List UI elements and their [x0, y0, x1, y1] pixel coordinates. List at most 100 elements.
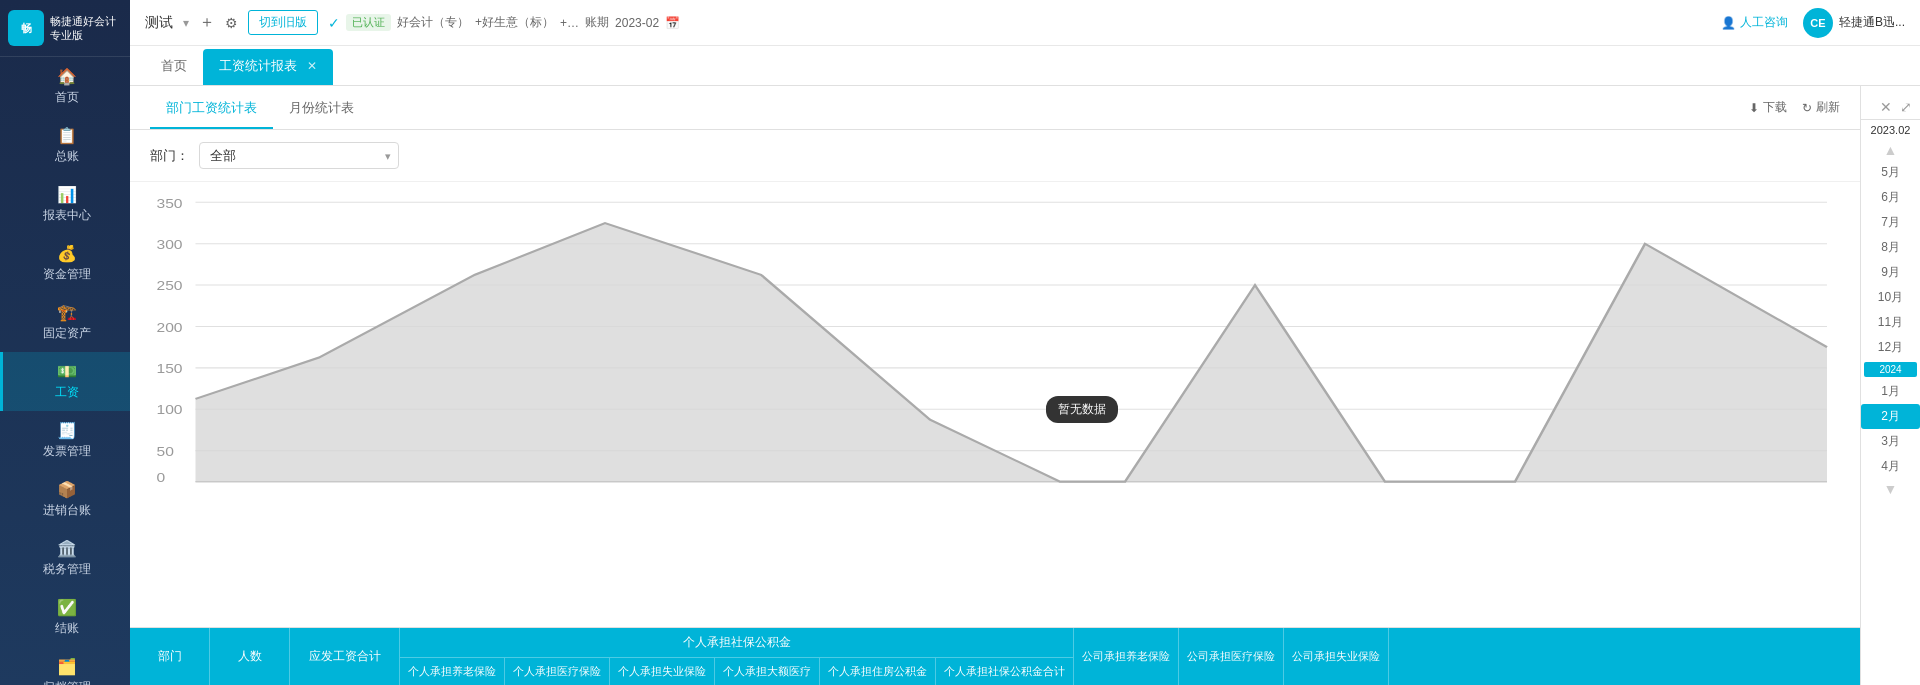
date-month-9[interactable]: 9月	[1861, 260, 1920, 285]
funds-icon: 💰	[57, 244, 77, 263]
content-area: 部门工资统计表 月份统计表 ⬇ 下载 ↻ 刷新	[130, 86, 1920, 685]
th-group-personal-insurance: 个人承担社保公积金 个人承担养老保险 个人承担医疗保险 个人承担失业保险 个人承…	[400, 628, 1074, 685]
date-current: 2023.02	[1866, 120, 1916, 140]
sidebar-label-salary: 工资	[55, 384, 79, 401]
logo-sub-text: 专业版	[50, 28, 116, 42]
help-icon: 👤	[1721, 16, 1736, 30]
download-label: 下载	[1763, 99, 1787, 116]
add-button[interactable]: ＋	[199, 12, 215, 33]
sidebar-label-invoice: 发票管理	[43, 443, 91, 460]
year-badge-2024: 2024	[1864, 362, 1917, 377]
sidebar-nav: 🏠 首页 📋 总账 📊 报表中心 💰 资金管理 🏗️ 固定资产 💵 工资 🧾 发…	[0, 57, 130, 685]
main-area: 测试 ▾ ＋ ⚙ 切到旧版 ✓ 已认证 好会计（专） +好生意（标） +… 账期…	[130, 0, 1920, 685]
sub-tabs-right: ⬇ 下载 ↻ 刷新	[1749, 99, 1840, 116]
logo-main-text: 畅捷通好会计	[50, 14, 116, 28]
topbar-title: 测试	[145, 14, 173, 32]
sub-tab-dept[interactable]: 部门工资统计表	[150, 89, 273, 129]
date-nav-up-icon[interactable]: ▲	[1882, 140, 1900, 160]
user-name[interactable]: 轻捷通B迅...	[1839, 14, 1905, 31]
sub-tab-month[interactable]: 月份统计表	[273, 89, 370, 129]
tab-close-icon[interactable]: ✕	[307, 59, 317, 73]
period-value: 2023-02	[615, 16, 659, 30]
sidebar-item-reports[interactable]: 📊 报表中心	[0, 175, 130, 234]
date-month-7[interactable]: 7月	[1861, 210, 1920, 235]
salary-icon: 💵	[57, 362, 77, 381]
sidebar-label-inventory: 进销台账	[43, 502, 91, 519]
sidebar-item-assets[interactable]: 🏗️ 固定资产	[0, 293, 130, 352]
date-month-8[interactable]: 8月	[1861, 235, 1920, 260]
right-date-panel: ✕ ⤢ 2023.02 ▲ 5月 6月 7月 8月 9月 10月 11月 12月…	[1860, 86, 1920, 685]
sidebar-item-invoice[interactable]: 🧾 发票管理	[0, 411, 130, 470]
th-dept-label: 部门	[158, 648, 182, 665]
tab-salary-report-label: 工资统计报表	[219, 58, 297, 73]
panel-close-icon[interactable]: ✕	[1880, 99, 1892, 115]
dropdown-arrow-icon[interactable]: ▾	[183, 16, 189, 30]
panel-top-btns: ✕ ⤢	[1861, 91, 1920, 120]
refresh-button[interactable]: ↻ 刷新	[1802, 99, 1840, 116]
svg-text:300: 300	[157, 237, 183, 251]
sidebar-item-tax[interactable]: 🏛️ 税务管理	[0, 529, 130, 588]
calendar-icon[interactable]: 📅	[665, 16, 680, 30]
refresh-label: 刷新	[1816, 99, 1840, 116]
user-section: CE 轻捷通B迅...	[1803, 8, 1905, 38]
svg-text:150: 150	[157, 362, 183, 376]
download-button[interactable]: ⬇ 下载	[1749, 99, 1787, 116]
gear-icon[interactable]: ⚙	[225, 15, 238, 31]
tab-salary-report[interactable]: 工资统计报表 ✕	[203, 49, 333, 85]
th-count-label: 人数	[238, 648, 262, 665]
sub-tabs-bar: 部门工资统计表 月份统计表 ⬇ 下载 ↻ 刷新	[130, 86, 1860, 130]
sidebar-label-close: 结账	[55, 620, 79, 637]
filter-bar: 部门： 全部 ▾	[130, 130, 1860, 182]
date-month-4[interactable]: 4月	[1861, 454, 1920, 479]
sidebar-label-ledger: 总账	[55, 148, 79, 165]
topbar: 测试 ▾ ＋ ⚙ 切到旧版 ✓ 已认证 好会计（专） +好生意（标） +… 账期…	[130, 0, 1920, 46]
tag-more: +…	[560, 16, 579, 30]
date-month-5[interactable]: 5月	[1861, 160, 1920, 185]
switch-version-button[interactable]: 切到旧版	[248, 10, 318, 35]
dept-select[interactable]: 全部	[199, 142, 399, 169]
sidebar-item-home[interactable]: 🏠 首页	[0, 57, 130, 116]
sidebar: 畅 畅捷通好会计 专业版 🏠 首页 📋 总账 📊 报表中心 💰 资金管理 🏗️ …	[0, 0, 130, 685]
date-month-1[interactable]: 1月	[1861, 379, 1920, 404]
help-button[interactable]: 👤 人工咨询	[1721, 14, 1788, 31]
tabbar: 首页 工资统计报表 ✕	[130, 46, 1920, 86]
th-group-cols-personal: 个人承担养老保险 个人承担医疗保险 个人承担失业保险 个人承担大额医疗 个人承担…	[400, 658, 1074, 685]
th-personal-unemployment: 个人承担失业保险	[610, 658, 715, 685]
date-month-6[interactable]: 6月	[1861, 185, 1920, 210]
tag-haokuai: 好会计（专）	[397, 14, 469, 31]
ledger-icon: 📋	[57, 126, 77, 145]
date-month-3[interactable]: 3月	[1861, 429, 1920, 454]
date-month-10[interactable]: 10月	[1861, 285, 1920, 310]
archive-icon: 🗂️	[57, 657, 77, 676]
date-month-2-active[interactable]: 2月	[1861, 404, 1920, 429]
sidebar-item-salary[interactable]: 💵 工资	[0, 352, 130, 411]
chart-area: 350 300 250 200 150 100 50 0	[130, 182, 1860, 627]
svg-text:50: 50	[157, 444, 175, 458]
tax-icon: 🏛️	[57, 539, 77, 558]
sidebar-item-ledger[interactable]: 📋 总账	[0, 116, 130, 175]
main-content: 部门工资统计表 月份统计表 ⬇ 下载 ↻ 刷新	[130, 86, 1860, 685]
tooltip-text: 暂无数据	[1058, 402, 1106, 416]
sidebar-item-close[interactable]: ✅ 结账	[0, 588, 130, 647]
panel-expand-icon[interactable]: ⤢	[1900, 99, 1912, 115]
refresh-icon: ↻	[1802, 101, 1812, 115]
date-month-12[interactable]: 12月	[1861, 335, 1920, 360]
sidebar-label-reports: 报表中心	[43, 207, 91, 224]
sidebar-label-funds: 资金管理	[43, 266, 91, 283]
sidebar-item-inventory[interactable]: 📦 进销台账	[0, 470, 130, 529]
tag-haoshengyi: +好生意（标）	[475, 14, 554, 31]
sidebar-item-archive[interactable]: 🗂️ 归档管理	[0, 647, 130, 685]
sidebar-item-funds[interactable]: 💰 资金管理	[0, 234, 130, 293]
table-area: 部门 人数 应发工资合计 个人承担社保公积金 个人承担养老保险 个人承担医疗保险	[130, 627, 1860, 685]
th-personal-medical: 个人承担医疗保险	[505, 658, 610, 685]
help-label: 人工咨询	[1740, 14, 1788, 31]
status-section: ✓ 已认证 好会计（专） +好生意（标） +… 账期 2023-02 📅	[328, 14, 680, 31]
table-header: 部门 人数 应发工资合计 个人承担社保公积金 个人承担养老保险 个人承担医疗保险	[130, 628, 1860, 685]
sidebar-logo: 畅 畅捷通好会计 专业版	[0, 0, 130, 57]
download-icon: ⬇	[1749, 101, 1759, 115]
date-month-11[interactable]: 11月	[1861, 310, 1920, 335]
tab-home[interactable]: 首页	[145, 49, 203, 85]
date-nav-down-icon[interactable]: ▼	[1882, 479, 1900, 499]
th-personal-major-medical: 个人承担大额医疗	[715, 658, 820, 685]
th-total-salary-label: 应发工资合计	[309, 648, 381, 665]
